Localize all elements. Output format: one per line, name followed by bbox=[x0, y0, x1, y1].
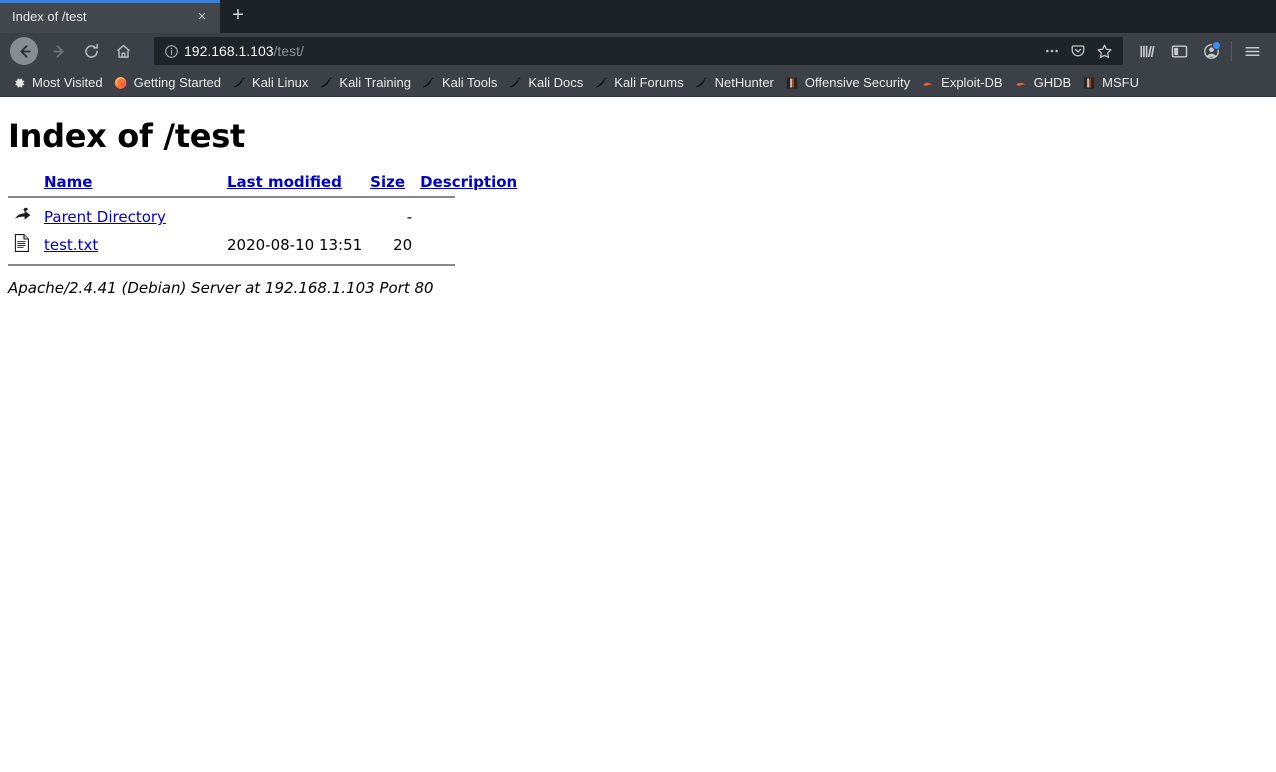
reload-icon[interactable] bbox=[76, 36, 106, 66]
row-name-cell: test.txt bbox=[40, 231, 223, 259]
row-last-modified: 2020-08-10 13:51 bbox=[227, 236, 363, 254]
bookmark-label: Most Visited bbox=[32, 75, 103, 90]
horizontal-rule bbox=[8, 196, 455, 198]
url-text[interactable]: 192.168.1.103/test/ bbox=[182, 43, 1039, 59]
bookmark-label: Kali Docs bbox=[528, 75, 584, 90]
page-content: Index of /test Name Last modified Size D… bbox=[0, 97, 1276, 772]
bookmark-kali-linux[interactable]: Kali Linux bbox=[226, 72, 313, 94]
account-avatar-icon[interactable] bbox=[1195, 36, 1227, 66]
table-row[interactable]: Parent Directory - bbox=[8, 203, 521, 231]
kali-dragon-icon bbox=[421, 75, 437, 91]
bookmark-kali-docs[interactable]: Kali Docs bbox=[502, 72, 588, 94]
bookmark-label: Kali Linux bbox=[252, 75, 309, 90]
sort-by-name-link[interactable]: Name bbox=[44, 173, 92, 191]
url-bar[interactable]: 192.168.1.103/test/ bbox=[154, 37, 1123, 65]
bookmark-label: Kali Forums bbox=[614, 75, 684, 90]
table-header-row: Name Last modified Size Description bbox=[8, 173, 521, 191]
bookmark-label: Getting Started bbox=[133, 75, 222, 90]
table-row[interactable]: test.txt 2020-08-10 13:51 20 bbox=[8, 231, 521, 259]
bookmark-exploit-db[interactable]: Exploit-DB bbox=[915, 72, 1007, 94]
sort-by-size-link[interactable]: Size bbox=[370, 173, 405, 191]
row-description bbox=[416, 203, 521, 231]
bookmark-label: Exploit-DB bbox=[941, 75, 1003, 90]
bookmark-label: Kali Training bbox=[339, 75, 411, 90]
kali-dragon-icon bbox=[318, 75, 334, 91]
header-description: Description bbox=[416, 173, 521, 191]
bookmark-kali-training[interactable]: Kali Training bbox=[313, 72, 416, 94]
kali-dragon-icon bbox=[231, 75, 247, 91]
url-host: 192.168.1.103 bbox=[184, 43, 274, 59]
url-path: /test/ bbox=[273, 43, 304, 59]
info-circle-icon[interactable] bbox=[160, 44, 182, 59]
offsec-icon bbox=[784, 75, 800, 91]
directory-listing-table: Name Last modified Size Description Pare… bbox=[8, 173, 521, 271]
browser-chrome: Index of /test × + 192.168.1.103/test/ M… bbox=[0, 0, 1276, 97]
header-name: Name bbox=[40, 173, 223, 191]
footer-rule-row bbox=[8, 259, 521, 271]
page-title: Index of /test bbox=[8, 117, 245, 155]
forward-arrow-icon[interactable] bbox=[44, 36, 74, 66]
file-link-test-txt[interactable]: test.txt bbox=[44, 236, 98, 254]
close-icon[interactable]: × bbox=[190, 5, 214, 29]
library-icon[interactable] bbox=[1131, 36, 1163, 66]
ghdb-icon bbox=[1013, 75, 1029, 91]
bookmark-offensive-security[interactable]: Offensive Security bbox=[779, 72, 915, 94]
bookmark-kali-forums[interactable]: Kali Forums bbox=[588, 72, 688, 94]
row-name-cell: Parent Directory bbox=[40, 203, 223, 231]
sort-by-last-modified-link[interactable]: Last modified bbox=[227, 173, 342, 191]
bookmark-label: MSFU bbox=[1102, 75, 1139, 90]
horizontal-rule bbox=[8, 264, 455, 266]
parent-directory-link[interactable]: Parent Directory bbox=[44, 208, 166, 226]
row-description bbox=[416, 231, 521, 259]
bookmark-getting-started[interactable]: Getting Started bbox=[108, 72, 226, 94]
navigation-toolbar: 192.168.1.103/test/ bbox=[0, 33, 1276, 69]
row-size: 20 bbox=[393, 236, 413, 254]
row-size: - bbox=[406, 208, 413, 226]
tab-strip: Index of /test × + bbox=[0, 0, 1276, 33]
home-icon[interactable] bbox=[108, 36, 138, 66]
browser-tab[interactable]: Index of /test × bbox=[0, 0, 220, 33]
pocket-icon[interactable] bbox=[1065, 39, 1091, 63]
hamburger-menu-icon[interactable] bbox=[1236, 36, 1268, 66]
bookmark-label: Offensive Security bbox=[804, 75, 911, 90]
text-file-icon bbox=[8, 231, 40, 259]
header-rule-cell bbox=[8, 191, 521, 203]
header-last-modified: Last modified bbox=[223, 173, 366, 191]
page-actions-ellipsis-icon[interactable] bbox=[1039, 39, 1065, 63]
kali-dragon-icon bbox=[694, 75, 710, 91]
firefox-icon bbox=[113, 75, 129, 91]
tab-title: Index of /test bbox=[12, 9, 87, 24]
bookmark-msfu[interactable]: MSFU bbox=[1076, 72, 1144, 94]
toolbar-divider bbox=[1231, 41, 1232, 61]
bookmark-ghdb[interactable]: GHDB bbox=[1008, 72, 1077, 94]
bookmark-kali-tools[interactable]: Kali Tools bbox=[416, 72, 502, 94]
server-signature: Apache/2.4.41 (Debian) Server at 192.168… bbox=[8, 279, 434, 297]
exploitdb-icon bbox=[920, 75, 936, 91]
bookmark-label: NetHunter bbox=[714, 75, 774, 90]
back-arrow-icon[interactable] bbox=[10, 37, 38, 65]
parent-directory-icon bbox=[8, 203, 40, 231]
bookmark-star-icon[interactable] bbox=[1091, 39, 1117, 63]
msfu-icon bbox=[1081, 75, 1097, 91]
account-notification-badge bbox=[1212, 41, 1221, 50]
bookmarks-toolbar: Most Visited Getting Started Kali Linux bbox=[0, 69, 1276, 97]
bookmark-most-visited[interactable]: Most Visited bbox=[6, 72, 108, 94]
footer-rule-cell bbox=[8, 259, 521, 271]
bookmark-label: Kali Tools bbox=[441, 75, 498, 90]
sort-by-description-link[interactable]: Description bbox=[420, 173, 517, 191]
bookmark-nethunter[interactable]: NetHunter bbox=[689, 72, 779, 94]
kali-dragon-icon bbox=[593, 75, 609, 91]
bookmark-label: GHDB bbox=[1033, 75, 1072, 90]
header-icon-column bbox=[8, 173, 40, 191]
gear-icon bbox=[11, 75, 27, 91]
row-last-modified bbox=[223, 203, 366, 231]
header-size: Size bbox=[366, 173, 416, 191]
kali-dragon-icon bbox=[507, 75, 523, 91]
sidebar-icon[interactable] bbox=[1163, 36, 1195, 66]
header-rule-row bbox=[8, 191, 521, 203]
new-tab-button[interactable]: + bbox=[220, 0, 256, 33]
toolbar-right-group bbox=[1131, 36, 1268, 66]
